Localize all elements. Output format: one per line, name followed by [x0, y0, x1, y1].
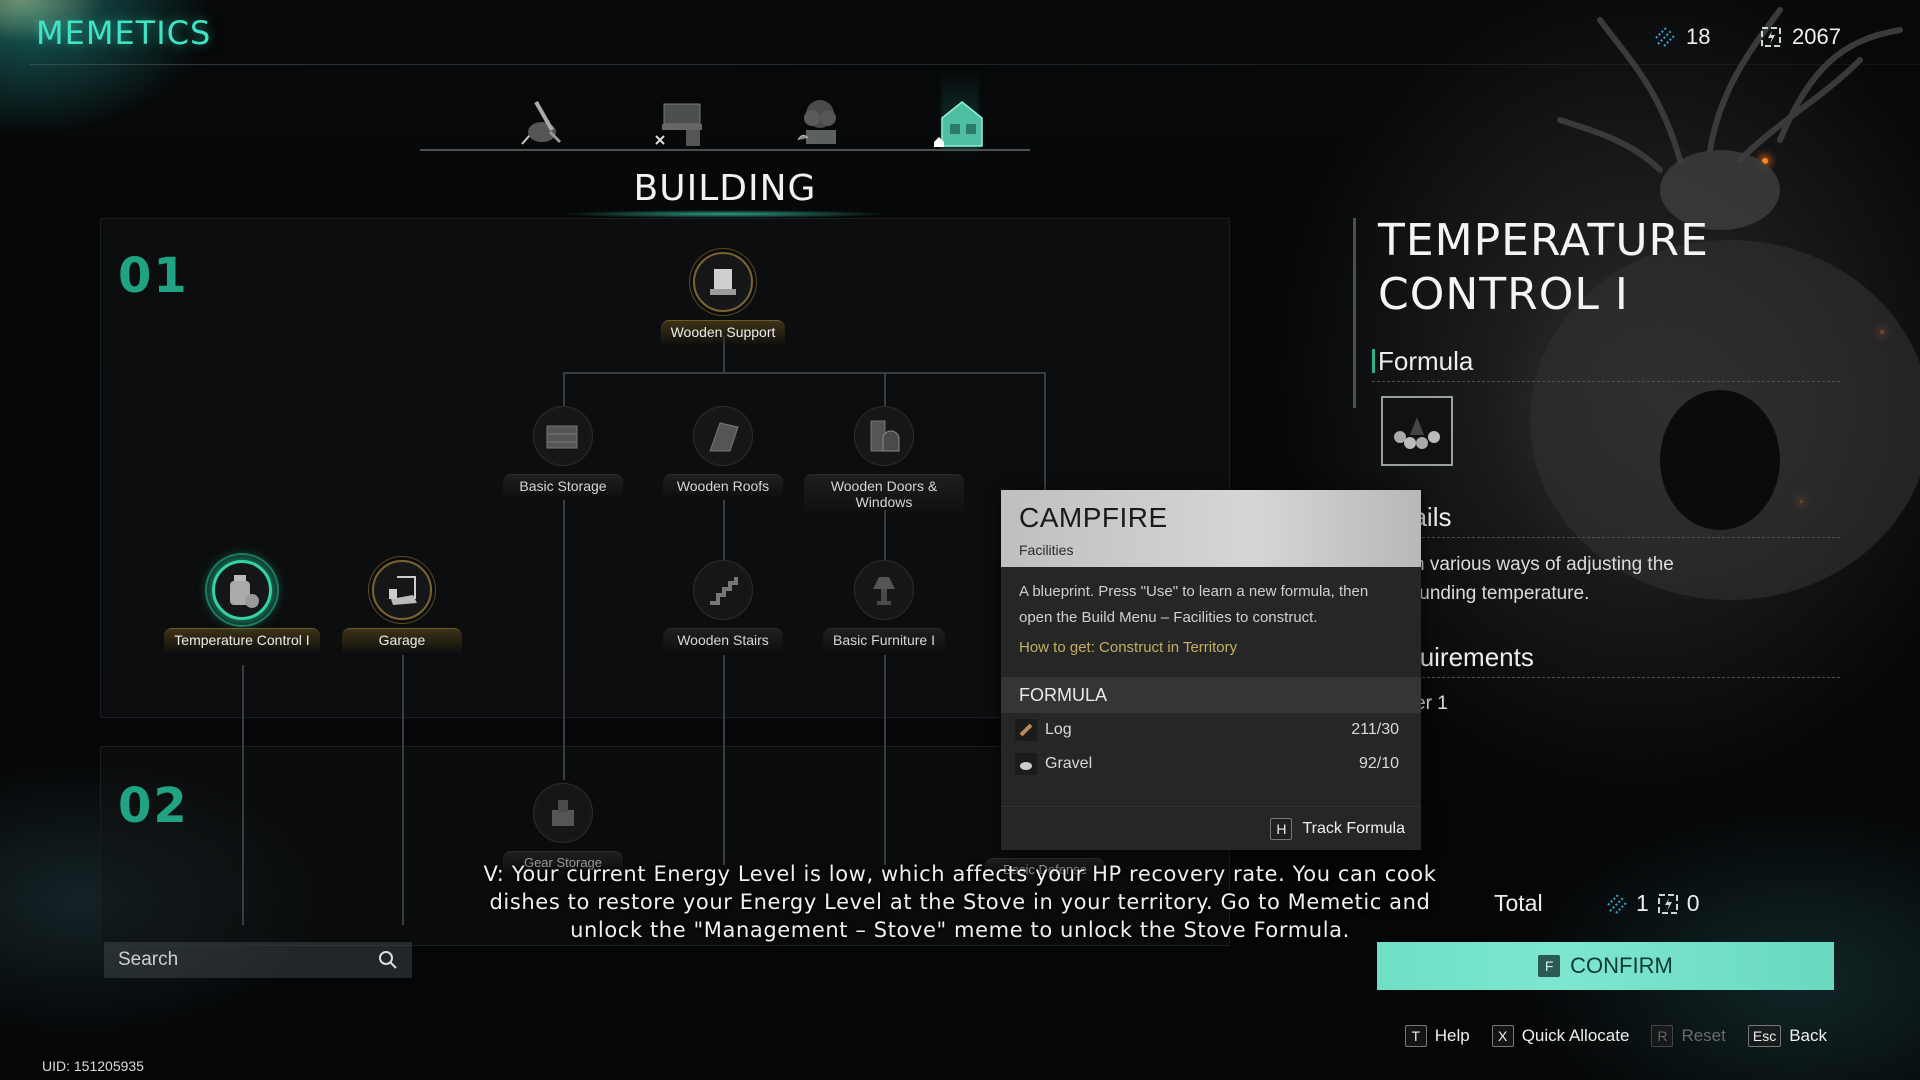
- node-wooden-roofs[interactable]: Wooden Roofs: [643, 406, 803, 498]
- house-icon: [934, 101, 983, 147]
- tooltip-header: CAMPFIRE Facilities: [1001, 490, 1421, 567]
- energy-icon: [1760, 26, 1782, 48]
- energy-counter: 2067: [1760, 24, 1841, 50]
- material-row: Gravel 92/10: [1001, 747, 1421, 781]
- detail-title: TEMPERATURE CONTROL I: [1378, 215, 1709, 320]
- plant-icon: [797, 100, 836, 144]
- lantern-icon: [230, 575, 259, 608]
- tree-connector: [723, 500, 725, 560]
- tree-connector: [563, 372, 1045, 374]
- node-wooden-support[interactable]: Wooden Support: [643, 252, 803, 344]
- tree-connector: [723, 655, 725, 865]
- back-hint[interactable]: Esc Back: [1747, 1025, 1827, 1047]
- energy-value: 2067: [1792, 24, 1841, 49]
- garage-icon: [389, 576, 417, 605]
- item-tooltip: CAMPFIRE Facilities A blueprint. Press "…: [1001, 490, 1421, 850]
- node-garage[interactable]: Garage: [322, 560, 482, 652]
- search-icon[interactable]: [378, 950, 398, 970]
- confirm-key-hint: F: [1538, 955, 1561, 977]
- total-meme-value: 1: [1636, 890, 1649, 916]
- meme-point-icon: [1654, 26, 1676, 48]
- gravel-icon: [1015, 753, 1037, 775]
- total-cost: 1 0: [1606, 890, 1700, 917]
- door-window-icon: [870, 420, 900, 452]
- tree-connector: [884, 372, 886, 406]
- tab-divider: [420, 149, 1030, 151]
- tree-connector: [884, 655, 886, 865]
- confirm-button[interactable]: F CONFIRM: [1377, 942, 1834, 990]
- tab-crafting[interactable]: [645, 86, 715, 150]
- dialogue-subtitle: V: Your current Energy Level is low, whi…: [483, 862, 1437, 942]
- formula-item-slot[interactable]: [1381, 396, 1453, 466]
- tree-connector: [1044, 372, 1046, 492]
- roof-icon: [709, 422, 739, 452]
- meme-points-value: 18: [1686, 24, 1711, 49]
- tree-connector: [884, 510, 886, 560]
- details-heading: Details: [1372, 502, 1840, 538]
- total-energy-value: 0: [1686, 890, 1700, 916]
- search-input[interactable]: [118, 949, 378, 971]
- workbench-icon: [655, 103, 702, 146]
- material-row: Log 211/30: [1001, 713, 1421, 747]
- reset-hint[interactable]: R Reset: [1651, 1025, 1726, 1047]
- tab-gathering[interactable]: [785, 86, 855, 150]
- node-wooden-doors-windows[interactable]: Wooden Doors & Windows: [804, 406, 964, 514]
- meme-point-icon: [1607, 893, 1627, 914]
- tooltip-category: Facilities: [1019, 542, 1074, 558]
- user-id: UID: 151205935: [42, 1058, 144, 1074]
- tree-connector: [402, 655, 404, 925]
- tier-02-label: 02: [118, 778, 189, 834]
- stairs-icon: [710, 577, 738, 605]
- tooltip-description: A blueprint. Press "Use" to learn a new …: [1019, 583, 1369, 626]
- tooltip-formula-heading: FORMULA: [1001, 677, 1421, 713]
- campfire-blueprint-icon: [1394, 417, 1440, 449]
- keyboard-hints: T Help X Quick Allocate R Reset Esc Back: [1404, 1025, 1827, 1047]
- tree-connector: [563, 372, 565, 406]
- wooden-support-icon: [710, 269, 736, 295]
- node-basic-storage[interactable]: Basic Storage: [483, 406, 643, 498]
- node-basic-furniture-1[interactable]: Basic Furniture I: [804, 560, 964, 652]
- lamp-icon: [873, 577, 895, 605]
- tab-building[interactable]: [925, 86, 995, 150]
- tree-connector: [563, 500, 565, 780]
- node-temperature-control-1[interactable]: Temperature Control I: [162, 560, 322, 652]
- detail-accent-bar: [1353, 218, 1356, 408]
- tree-connector: [242, 665, 244, 925]
- gear-weapon-icon: [521, 101, 562, 145]
- category-tabs: [470, 86, 1030, 150]
- header-divider: [30, 64, 1920, 65]
- meme-points-counter: 18: [1654, 24, 1710, 50]
- total-label: Total: [1494, 890, 1543, 916]
- tab-combat[interactable]: [505, 86, 575, 150]
- tier-01-label: 01: [118, 248, 189, 304]
- storage-crate-icon: [546, 425, 578, 449]
- creature-artwork: [1530, 7, 1920, 600]
- log-icon: [1015, 719, 1037, 741]
- app-title: MEMETICS: [36, 14, 212, 52]
- section-title-glow: [560, 210, 890, 218]
- search-bar: [104, 942, 412, 978]
- formula-heading: Formula: [1372, 346, 1840, 382]
- tooltip-how-to-get: How to get: Construct in Territory: [1019, 639, 1238, 656]
- gear-storage-icon: [552, 800, 574, 826]
- tooltip-title: CAMPFIRE: [1019, 502, 1168, 533]
- confirm-label: CONFIRM: [1570, 953, 1673, 978]
- quick-allocate-hint[interactable]: X Quick Allocate: [1491, 1025, 1629, 1047]
- help-hint[interactable]: T Help: [1404, 1025, 1470, 1047]
- energy-icon: [1657, 893, 1678, 914]
- section-title: BUILDING: [633, 168, 817, 209]
- track-formula-action[interactable]: H Track Formula: [1001, 806, 1421, 850]
- node-wooden-stairs[interactable]: Wooden Stairs: [643, 560, 803, 652]
- heading-marker: [1372, 349, 1375, 373]
- requirements-heading: Requirements: [1372, 642, 1840, 678]
